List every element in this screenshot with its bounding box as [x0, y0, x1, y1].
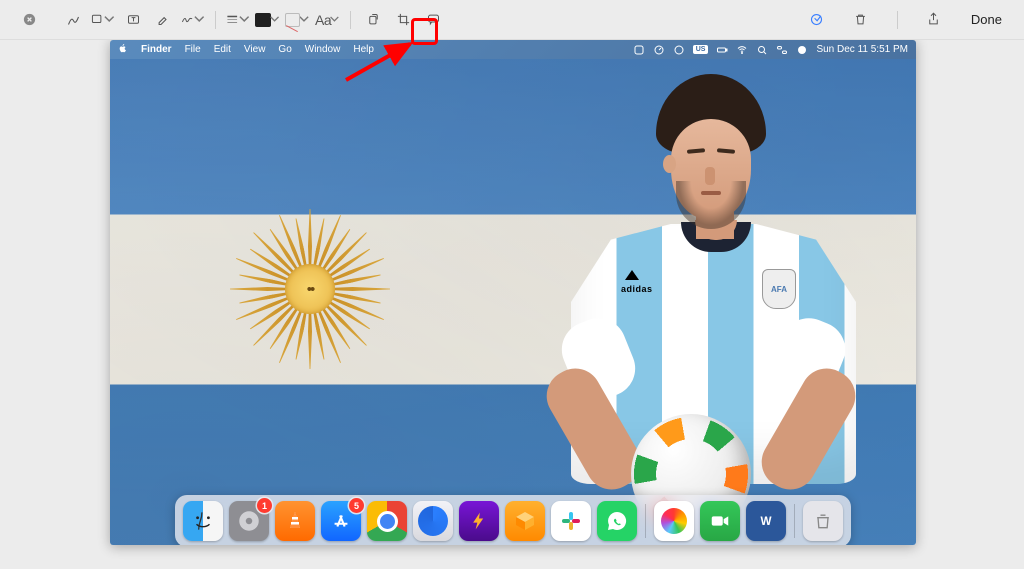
desktop-wallpaper: •• adidas AFA [110, 59, 916, 545]
clock-icon[interactable] [673, 44, 685, 56]
macos-menubar: Finder File Edit View Go Window Help US … [110, 40, 916, 59]
menubar-status-area: US Sun Dec 11 5:51 PM [633, 44, 908, 56]
dock-thunder[interactable] [459, 501, 499, 541]
macos-dock: 1 5 [175, 495, 851, 545]
trash-icon [813, 509, 833, 533]
speech-bubble-icon [426, 12, 441, 27]
menubar-item-help[interactable]: Help [353, 44, 374, 55]
dock-photos[interactable] [654, 501, 694, 541]
rotate-icon [366, 12, 381, 27]
share-icon [926, 12, 941, 27]
apple-icon [118, 43, 128, 54]
menubar-app-name[interactable]: Finder [141, 44, 172, 55]
dock-word[interactable]: W [746, 501, 786, 541]
badge-count: 5 [349, 498, 364, 513]
cone-icon [283, 509, 307, 533]
dock-facetime[interactable] [700, 501, 740, 541]
word-icon: W [756, 511, 776, 531]
fill-color-dropdown[interactable] [285, 8, 311, 32]
menubar-item-view[interactable]: View [244, 44, 266, 55]
sun-emblem: •• [220, 199, 400, 379]
finder-icon [190, 508, 216, 534]
menubar-item-go[interactable]: Go [278, 44, 291, 55]
facetime-icon [709, 510, 731, 532]
separator [897, 11, 898, 29]
whatsapp-icon [605, 509, 629, 533]
share-button[interactable] [921, 8, 947, 32]
chevron-down-icon [268, 12, 281, 27]
wifi-icon[interactable] [736, 44, 748, 56]
team-badge: AFA [762, 269, 796, 309]
dock-box[interactable] [505, 501, 545, 541]
menubar-datetime[interactable]: Sun Dec 11 5:51 PM [816, 44, 908, 55]
menubar-item-edit[interactable]: Edit [214, 44, 231, 55]
chevron-down-icon [237, 12, 252, 27]
pen-icon [66, 12, 81, 27]
appstore-icon [330, 510, 352, 532]
highlight-icon [156, 12, 171, 27]
crop-icon [396, 12, 411, 27]
sign-dropdown[interactable] [180, 8, 206, 32]
person-figure: adidas AFA [526, 64, 876, 524]
dock-separator [794, 504, 795, 538]
badge-count: 1 [257, 498, 272, 513]
rotate-tool[interactable] [360, 8, 386, 32]
crop-tool[interactable] [390, 8, 416, 32]
fast-icon[interactable] [653, 44, 665, 56]
menubar-item-window[interactable]: Window [305, 44, 341, 55]
no-fill-swatch-icon [285, 13, 300, 27]
battery-icon[interactable] [716, 44, 728, 56]
dock-safari[interactable] [413, 501, 453, 541]
separator [350, 11, 351, 29]
apple-menu[interactable] [118, 43, 128, 57]
dock-vlc[interactable] [275, 501, 315, 541]
dock-trash[interactable] [803, 501, 843, 541]
chevron-down-icon [328, 12, 341, 27]
shapes-dropdown[interactable] [90, 8, 116, 32]
trash-icon [853, 12, 868, 27]
dock-whatsapp[interactable] [597, 501, 637, 541]
dock-settings[interactable]: 1 [229, 501, 269, 541]
delete-button[interactable] [848, 8, 874, 32]
search-icon[interactable] [756, 44, 768, 56]
dock-separator [645, 504, 646, 538]
screenshot-canvas[interactable]: Finder File Edit View Go Window Help US … [110, 40, 916, 545]
brand-label: adidas [621, 284, 653, 294]
separator [215, 11, 216, 29]
sketch-tool[interactable] [60, 8, 86, 32]
svg-text:W: W [760, 515, 771, 528]
line-style-dropdown[interactable] [225, 8, 251, 32]
info-icon [809, 12, 824, 27]
text-tool[interactable] [120, 8, 146, 32]
dock-finder[interactable] [183, 501, 223, 541]
dock-chrome[interactable] [367, 501, 407, 541]
chevron-down-icon [192, 12, 207, 27]
annotate-tool[interactable] [420, 8, 446, 32]
close-button[interactable] [16, 8, 42, 32]
gear-icon [236, 508, 262, 534]
box-icon [513, 509, 537, 533]
highlight-tool[interactable] [150, 8, 176, 32]
dock-appstore[interactable]: 5 [321, 501, 361, 541]
text-style-dropdown[interactable]: Aa [315, 8, 341, 32]
chevron-down-icon [102, 12, 117, 27]
done-button[interactable]: Done [965, 8, 1008, 31]
siri-icon[interactable] [796, 44, 808, 56]
dock-slack[interactable] [551, 501, 591, 541]
close-icon [22, 12, 37, 27]
menubar-item-file[interactable]: File [185, 44, 201, 55]
markup-toolbar: Aa Done [0, 0, 1024, 40]
control-center-icon[interactable] [776, 44, 788, 56]
input-source-indicator[interactable]: US [693, 45, 709, 54]
shortcuts-icon[interactable] [633, 44, 645, 56]
border-color-dropdown[interactable] [255, 8, 281, 32]
bolt-icon [469, 509, 489, 533]
slack-icon [559, 509, 583, 533]
text-icon [126, 12, 141, 27]
info-button[interactable] [804, 8, 830, 32]
